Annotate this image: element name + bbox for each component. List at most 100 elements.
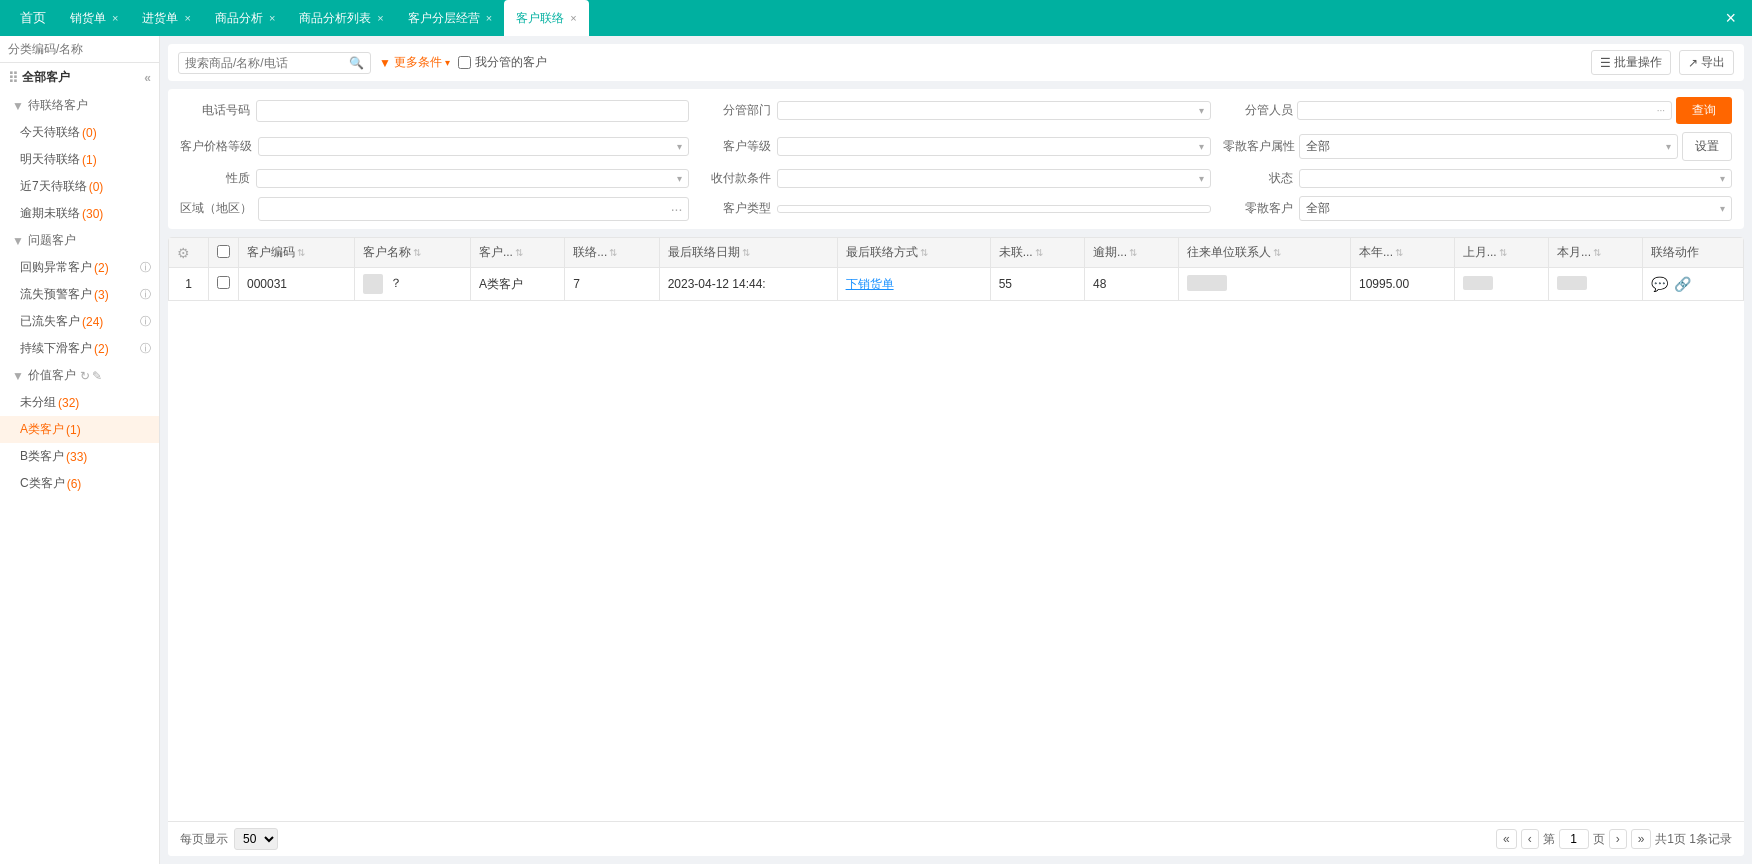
more-conditions-button[interactable]: ▼ 更多条件 ▾ [379, 54, 450, 71]
col-header-this-month[interactable]: 本月... ⇅ [1549, 238, 1643, 268]
row-overdue: 48 [1085, 268, 1179, 301]
col-header-last-method[interactable]: 最后联络方式 ⇅ [837, 238, 990, 268]
staff-label: 分管人员 [1223, 102, 1293, 119]
sidebar-item-b-class[interactable]: B类客户 (33) [0, 443, 159, 470]
dept-label: 分管部门 [701, 102, 771, 119]
close-customer-contact-tab[interactable]: × [570, 12, 576, 24]
sort-not-contacted-icon: ⇅ [1035, 247, 1043, 258]
close-all-button[interactable]: × [1717, 8, 1744, 29]
close-product-list-tab[interactable]: × [377, 12, 383, 24]
refresh-icon[interactable]: ↻ [80, 369, 90, 383]
phone-input[interactable] [256, 100, 689, 122]
last-page-button[interactable]: » [1631, 829, 1652, 849]
page-size-select[interactable]: 50 [234, 828, 278, 850]
first-page-button[interactable]: « [1496, 829, 1517, 849]
retail-attr-label: 零散客户属性 [1223, 138, 1295, 155]
next-page-button[interactable]: › [1609, 829, 1627, 849]
nav-customer-segment[interactable]: 客户分层经营 × [396, 0, 504, 36]
customer-type-select[interactable] [777, 205, 1210, 213]
filter-icon: ▼ [379, 56, 391, 70]
sidebar-item-7days[interactable]: 近7天待联络 (0) [0, 173, 159, 200]
close-sales-tab[interactable]: × [112, 12, 118, 24]
sidebar-item-churn-warning[interactable]: 流失预警客户 (3) ⓘ [0, 281, 159, 308]
staff-select[interactable]: ··· [1297, 101, 1672, 120]
sidebar-item-overdue[interactable]: 逾期未联络 (30) [0, 200, 159, 227]
customer-grade-select[interactable]: ▾ [777, 137, 1210, 156]
region-select[interactable]: ··· [258, 197, 689, 221]
sidebar-group-problem[interactable]: ▼ 问题客户 [0, 227, 159, 254]
nature-select[interactable]: ▾ [256, 169, 689, 188]
retail-attr-select[interactable]: 全部 ▾ [1299, 134, 1678, 159]
sidebar-group-value[interactable]: ▼ 价值客户 ↻ ✎ [0, 362, 159, 389]
col-header-code[interactable]: 客户编码 ⇅ [239, 238, 355, 268]
col-header-last-date[interactable]: 最后联络日期 ⇅ [659, 238, 837, 268]
nav-product-analysis[interactable]: 商品分析 × [203, 0, 287, 36]
sidebar-item-ungrouped[interactable]: 未分组 (32) [0, 389, 159, 416]
col-header-not-contacted[interactable]: 未联... ⇅ [990, 238, 1084, 268]
nav-purchase[interactable]: 进货单 × [130, 0, 202, 36]
sort-overdue-icon: ⇅ [1129, 247, 1137, 258]
sidebar-item-c-class[interactable]: C类客户 (6) [0, 470, 159, 497]
sidebar-item-tomorrow[interactable]: 明天待联络 (1) [0, 146, 159, 173]
my-customers-checkbox[interactable]: 我分管的客户 [458, 54, 547, 71]
sidebar-group-pending[interactable]: ▼ 待联络客户 [0, 92, 159, 119]
settings-button[interactable]: 设置 [1682, 132, 1732, 161]
filter-row-price-grade: 客户价格等级 ▾ [180, 132, 689, 161]
search-icon[interactable]: 🔍 [349, 56, 364, 70]
nav-sales[interactable]: 销货单 × [58, 0, 130, 36]
query-button[interactable]: 查询 [1676, 97, 1732, 124]
region-dots-icon[interactable]: ··· [671, 201, 683, 217]
col-header-gear[interactable]: ⚙ [169, 238, 209, 268]
select-all-checkbox[interactable] [217, 245, 230, 258]
prev-page-button[interactable]: ‹ [1521, 829, 1539, 849]
nav-home[interactable]: 首页 [8, 0, 58, 36]
col-header-last-month[interactable]: 上月... ⇅ [1454, 238, 1548, 268]
retail-customer-select[interactable]: 全部 ▾ [1299, 196, 1732, 221]
row-checkbox[interactable] [217, 276, 230, 289]
sidebar-search-input[interactable] [8, 42, 158, 56]
status-select[interactable]: ▾ [1299, 169, 1732, 188]
price-grade-select[interactable]: ▾ [258, 137, 689, 156]
nav-product-list[interactable]: 商品分析列表 × [287, 0, 395, 36]
close-purchase-tab[interactable]: × [184, 12, 190, 24]
my-customers-check[interactable] [458, 56, 471, 69]
col-header-level[interactable]: 客户... ⇅ [470, 238, 564, 268]
col-header-unit-contact[interactable]: 往来单位联系人 ⇅ [1179, 238, 1351, 268]
close-product-analysis-tab[interactable]: × [269, 12, 275, 24]
sidebar-item-repurchase[interactable]: 回购异常客户 (2) ⓘ [0, 254, 159, 281]
sidebar-search-bar: 🔍 [0, 36, 159, 63]
message-icon[interactable]: 💬 [1651, 276, 1668, 292]
close-customer-segment-tab[interactable]: × [486, 12, 492, 24]
sort-method-icon: ⇅ [920, 247, 928, 258]
sidebar-item-declining[interactable]: 持续下滑客户 (2) ⓘ [0, 335, 159, 362]
filter-row-retail-customer: 零散客户 全部 ▾ [1223, 196, 1732, 221]
col-header-overdue[interactable]: 逾期... ⇅ [1085, 238, 1179, 268]
customer-grade-chevron-icon: ▾ [1199, 141, 1204, 152]
edit-group-icon[interactable]: ✎ [92, 369, 102, 383]
col-header-contact[interactable]: 联络... ⇅ [565, 238, 659, 268]
batch-operation-button[interactable]: ☰ 批量操作 [1591, 50, 1671, 75]
sidebar-item-today[interactable]: 今天待联络 (0) [0, 119, 159, 146]
col-header-checkbox[interactable] [209, 238, 239, 268]
nav-customer-contact[interactable]: 客户联络 × [504, 0, 588, 36]
page-number-input[interactable] [1559, 829, 1589, 849]
link-icon[interactable]: 🔗 [1674, 276, 1691, 292]
row-last-method[interactable]: 下销货单 [837, 268, 990, 301]
sidebar-item-a-class[interactable]: A类客户 (1) [0, 416, 159, 443]
row-last-date: 2023-04-12 14:44: [659, 268, 837, 301]
col-header-name[interactable]: 客户名称 ⇅ [354, 238, 470, 268]
dept-select[interactable]: ▾ [777, 101, 1210, 120]
sidebar-item-churned[interactable]: 已流失客户 (24) ⓘ [0, 308, 159, 335]
payment-select[interactable]: ▾ [777, 169, 1210, 188]
search-input[interactable] [185, 56, 345, 70]
arrow-icon: ▼ [12, 99, 24, 113]
table-scroll[interactable]: ⚙ 客户编码 ⇅ [168, 237, 1744, 821]
gear-icon[interactable]: ⚙ [177, 245, 190, 261]
collapse-sidebar-icon[interactable]: « [144, 71, 151, 85]
dept-chevron-icon: ▾ [1199, 105, 1204, 116]
sidebar: 🔍 ⠿ 全部客户 « ▼ 待联络客户 今天待联络 (0) 明天待联络 (1) 近… [0, 36, 160, 864]
dots-icon: ⠿ [8, 70, 18, 86]
export-button[interactable]: ↗ 导出 [1679, 50, 1734, 75]
all-customers-header[interactable]: ⠿ 全部客户 « [0, 63, 159, 92]
col-header-this-year[interactable]: 本年... ⇅ [1351, 238, 1455, 268]
